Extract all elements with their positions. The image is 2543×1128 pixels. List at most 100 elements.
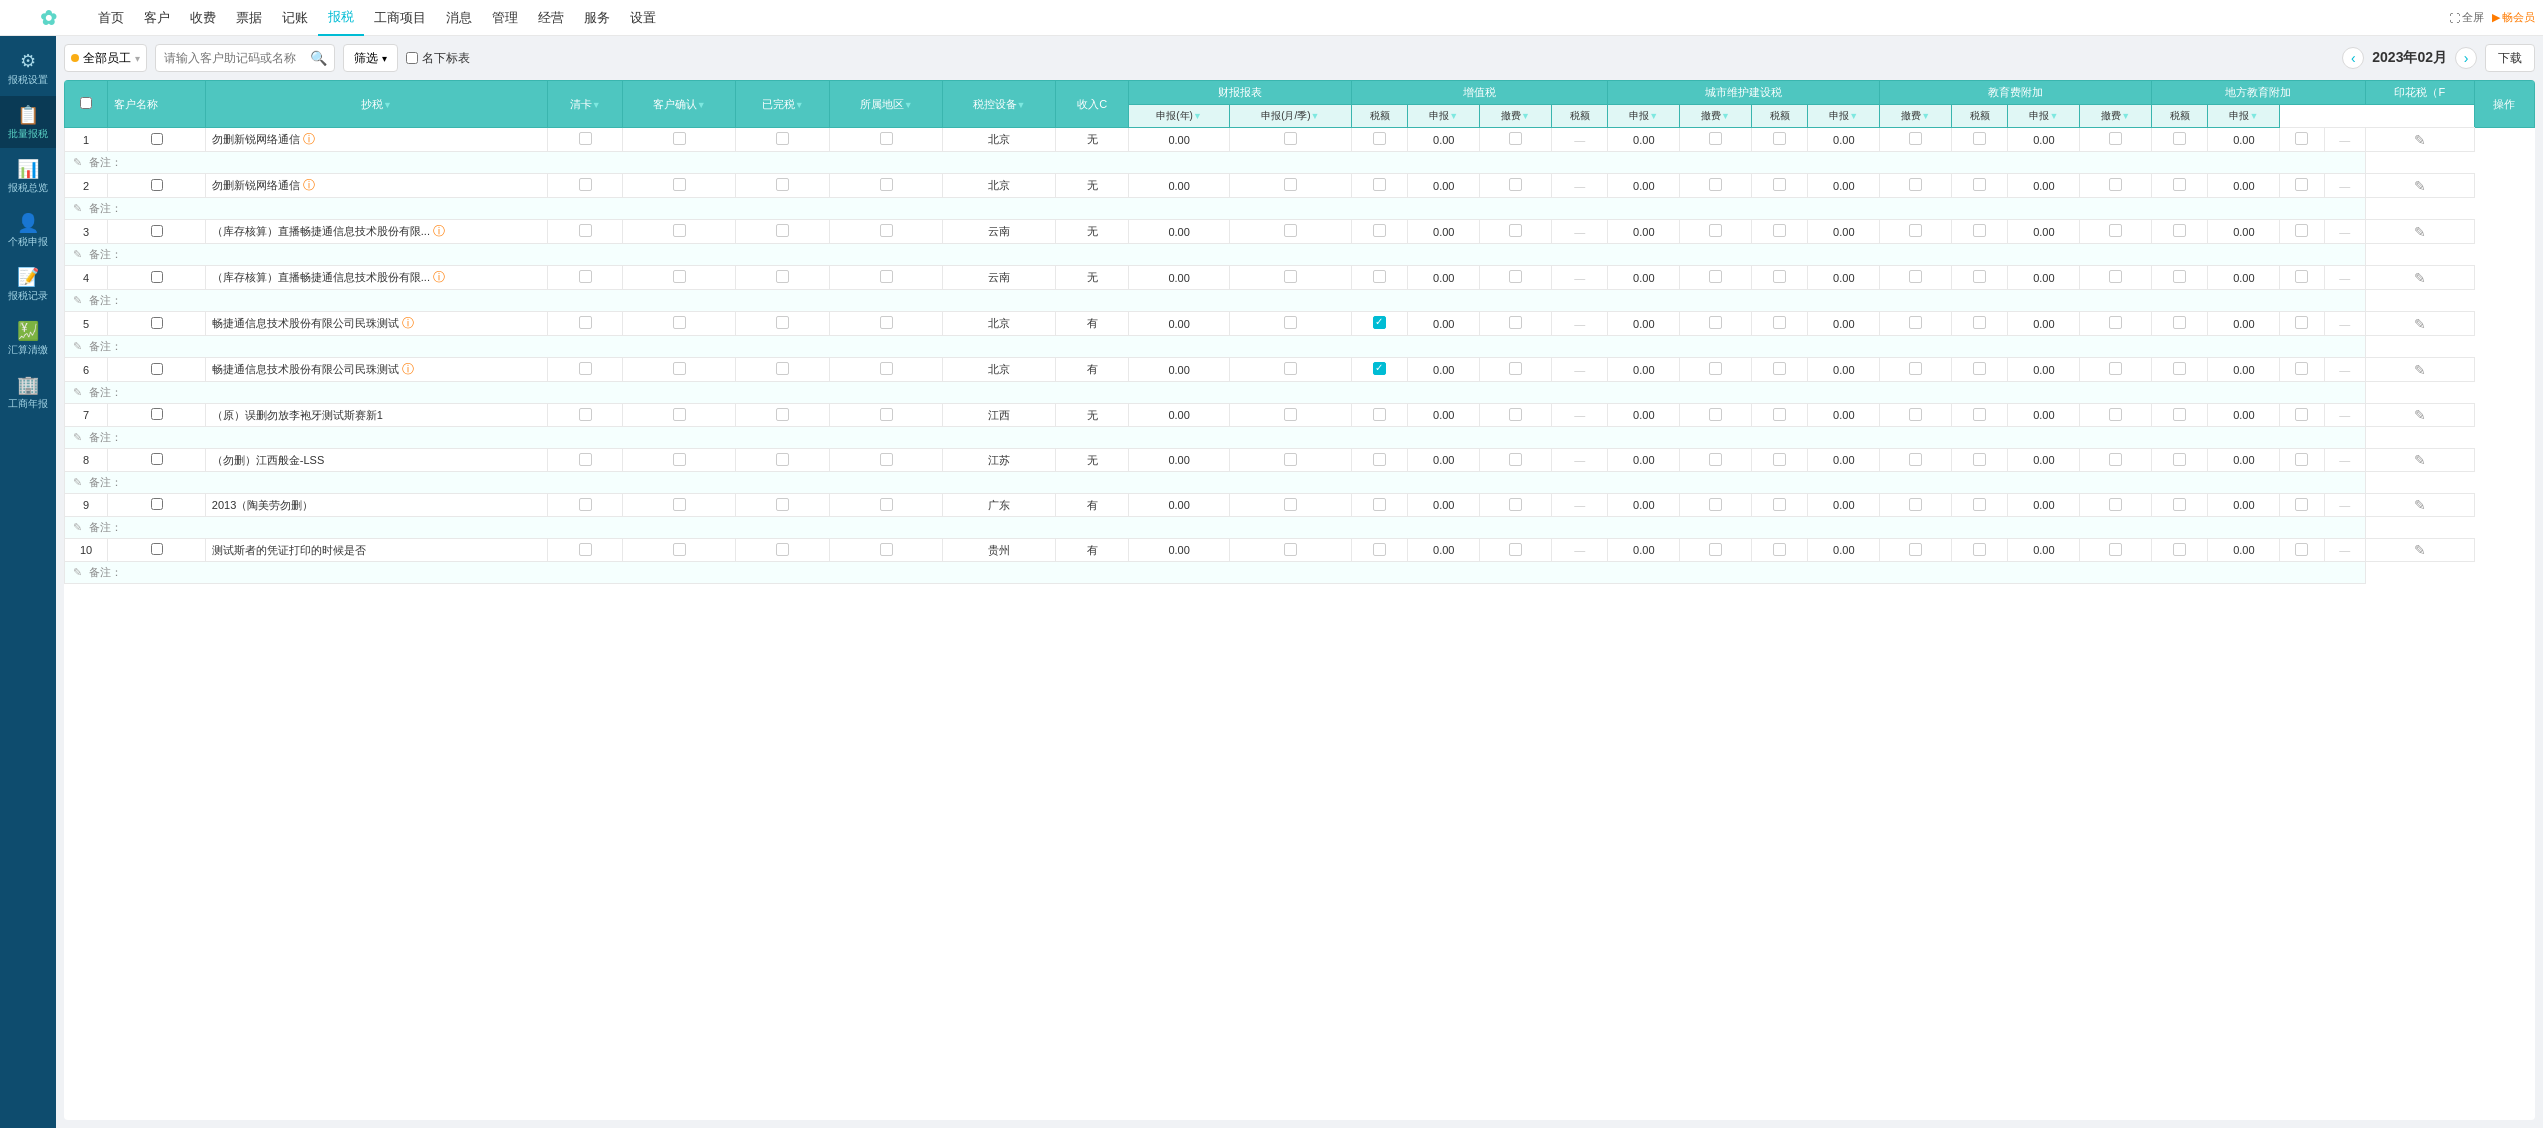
clear-card-checkbox[interactable]	[673, 178, 686, 191]
paid-tax-checkbox[interactable]	[880, 132, 893, 145]
sidebar-item-tax-record[interactable]: 📝 报税记录	[0, 258, 56, 310]
row-select-checkbox[interactable]	[151, 543, 163, 555]
nav-home[interactable]: 首页	[88, 0, 134, 36]
client-confirm-checkbox[interactable]	[776, 178, 789, 191]
sidebar-item-tax-settings[interactable]: ⚙ 报税设置	[0, 42, 56, 94]
annual-checkbox[interactable]	[1284, 453, 1297, 466]
month-empty-checkbox[interactable]	[1373, 453, 1386, 466]
month-empty-checkbox[interactable]	[1373, 270, 1386, 283]
annual-checkbox[interactable]	[1284, 498, 1297, 511]
month-empty-checkbox[interactable]	[1373, 132, 1386, 145]
row-select-checkbox[interactable]	[151, 271, 163, 283]
paid-tax-checkbox[interactable]	[880, 453, 893, 466]
edit-icon[interactable]: ✎	[2414, 407, 2426, 423]
month-empty-checkbox[interactable]	[1373, 224, 1386, 237]
client-confirm-checkbox[interactable]	[776, 316, 789, 329]
nav-invoice[interactable]: 票据	[226, 0, 272, 36]
month-empty-checkbox[interactable]	[1373, 543, 1386, 556]
download-button[interactable]: 下载	[2485, 44, 2535, 72]
nav-service[interactable]: 服务	[574, 0, 620, 36]
client-confirm-checkbox[interactable]	[776, 498, 789, 511]
month-checked-checkbox[interactable]	[1373, 362, 1386, 375]
annual-checkbox[interactable]	[1284, 362, 1297, 375]
row-select-checkbox[interactable]	[151, 133, 163, 145]
edit-icon[interactable]: ✎	[2414, 316, 2426, 332]
row-select-checkbox[interactable]	[151, 498, 163, 510]
paid-tax-checkbox[interactable]	[880, 362, 893, 375]
nav-operation[interactable]: 经营	[528, 0, 574, 36]
nav-tax[interactable]: 报税	[318, 0, 364, 36]
clear-card-checkbox[interactable]	[673, 316, 686, 329]
name-checkbox[interactable]	[406, 52, 418, 64]
edit-icon[interactable]: ✎	[2414, 270, 2426, 286]
nav-business[interactable]: 工商项目	[364, 0, 436, 36]
client-confirm-checkbox[interactable]	[776, 224, 789, 237]
client-confirm-checkbox[interactable]	[776, 408, 789, 421]
nav-customer[interactable]: 客户	[134, 0, 180, 36]
month-empty-checkbox[interactable]	[1373, 498, 1386, 511]
row-select-checkbox[interactable]	[151, 225, 163, 237]
edit-icon[interactable]: ✎	[2414, 452, 2426, 468]
paid-tax-checkbox[interactable]	[880, 498, 893, 511]
sidebar-item-annual-report[interactable]: 🏢 工商年报	[0, 366, 56, 418]
edit-icon[interactable]: ✎	[2414, 224, 2426, 240]
nav-manage[interactable]: 管理	[482, 0, 528, 36]
edit-icon[interactable]: ✎	[2414, 362, 2426, 378]
clear-card-checkbox[interactable]	[673, 224, 686, 237]
copy-tax-checkbox[interactable]	[579, 498, 592, 511]
sidebar-item-batch-tax[interactable]: 📋 批量报税	[0, 96, 56, 148]
nav-accounting[interactable]: 记账	[272, 0, 318, 36]
next-month-btn[interactable]: ›	[2455, 47, 2477, 69]
client-confirm-checkbox[interactable]	[776, 453, 789, 466]
nav-billing[interactable]: 收费	[180, 0, 226, 36]
annual-checkbox[interactable]	[1284, 408, 1297, 421]
paid-tax-checkbox[interactable]	[880, 224, 893, 237]
select-all-checkbox[interactable]	[80, 97, 92, 109]
annual-checkbox[interactable]	[1284, 316, 1297, 329]
month-empty-checkbox[interactable]	[1373, 178, 1386, 191]
filter-button[interactable]: 筛选 ▾	[343, 44, 398, 72]
copy-tax-checkbox[interactable]	[579, 543, 592, 556]
edit-icon[interactable]: ✎	[2414, 178, 2426, 194]
employee-filter[interactable]: 全部员工 ▾	[64, 44, 147, 72]
nav-message[interactable]: 消息	[436, 0, 482, 36]
copy-tax-checkbox[interactable]	[579, 132, 592, 145]
copy-tax-checkbox[interactable]	[579, 178, 592, 191]
edit-icon[interactable]: ✎	[2414, 542, 2426, 558]
nav-settings[interactable]: 设置	[620, 0, 666, 36]
paid-tax-checkbox[interactable]	[880, 270, 893, 283]
clear-card-checkbox[interactable]	[673, 543, 686, 556]
prev-month-btn[interactable]: ‹	[2342, 47, 2364, 69]
copy-tax-checkbox[interactable]	[579, 362, 592, 375]
copy-tax-checkbox[interactable]	[579, 270, 592, 283]
month-checked-checkbox[interactable]	[1373, 316, 1386, 329]
row-select-checkbox[interactable]	[151, 408, 163, 420]
row-select-checkbox[interactable]	[151, 453, 163, 465]
sidebar-item-tax-overview[interactable]: 📊 报税总览	[0, 150, 56, 202]
edit-icon[interactable]: ✎	[2414, 132, 2426, 148]
paid-tax-checkbox[interactable]	[880, 178, 893, 191]
row-select-checkbox[interactable]	[151, 363, 163, 375]
client-confirm-checkbox[interactable]	[776, 132, 789, 145]
row-select-checkbox[interactable]	[151, 179, 163, 191]
client-confirm-checkbox[interactable]	[776, 543, 789, 556]
search-input[interactable]	[155, 44, 335, 72]
name-checkbox-label[interactable]: 名下标表	[406, 50, 470, 67]
annual-checkbox[interactable]	[1284, 178, 1297, 191]
clear-card-checkbox[interactable]	[673, 408, 686, 421]
copy-tax-checkbox[interactable]	[579, 224, 592, 237]
clear-card-checkbox[interactable]	[673, 453, 686, 466]
copy-tax-checkbox[interactable]	[579, 408, 592, 421]
annual-checkbox[interactable]	[1284, 224, 1297, 237]
member-btn[interactable]: ▶ 畅会员	[2492, 10, 2535, 25]
clear-card-checkbox[interactable]	[673, 132, 686, 145]
paid-tax-checkbox[interactable]	[880, 408, 893, 421]
paid-tax-checkbox[interactable]	[880, 316, 893, 329]
annual-checkbox[interactable]	[1284, 270, 1297, 283]
annual-checkbox[interactable]	[1284, 132, 1297, 145]
sidebar-item-personal-tax[interactable]: 👤 个税申报	[0, 204, 56, 256]
edit-icon[interactable]: ✎	[2414, 497, 2426, 513]
month-empty-checkbox[interactable]	[1373, 408, 1386, 421]
clear-card-checkbox[interactable]	[673, 498, 686, 511]
fullscreen-btn[interactable]: ⛶ 全屏	[2449, 10, 2484, 25]
